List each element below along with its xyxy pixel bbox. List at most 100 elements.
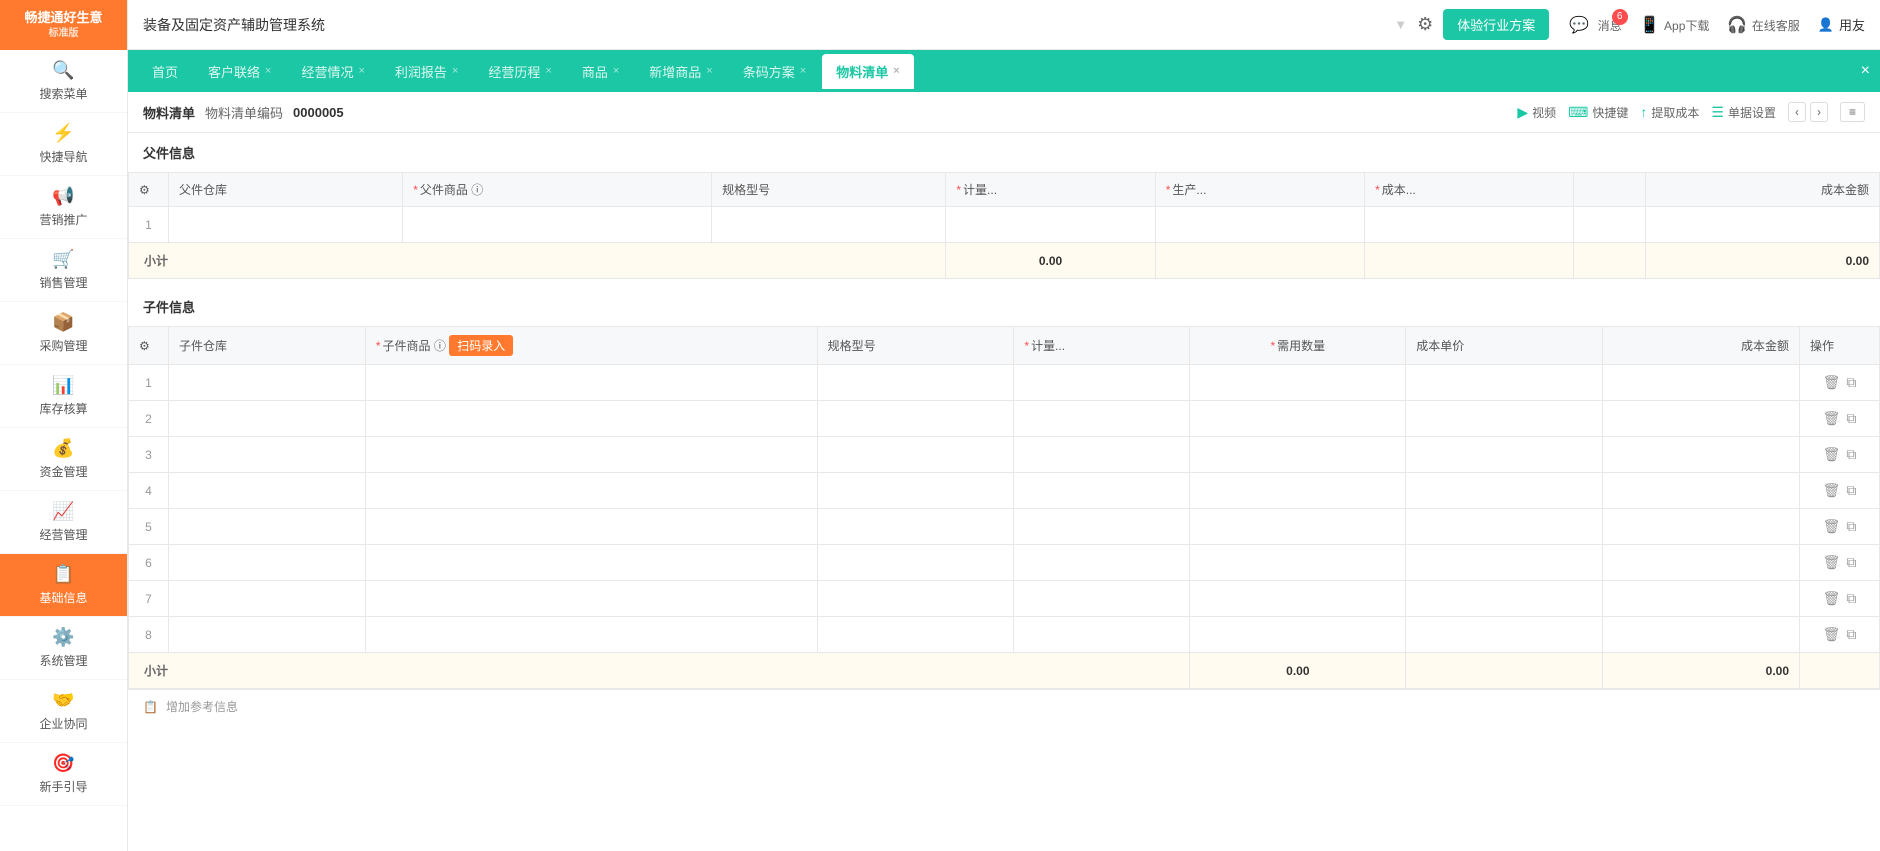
parent-row-1-unit[interactable] — [946, 207, 1155, 243]
delete-icon-6[interactable]: 🗑 — [1823, 554, 1841, 571]
delete-icon-3[interactable]: 🗑 — [1823, 446, 1841, 463]
trial-button[interactable]: 体验行业方案 — [1443, 9, 1549, 40]
child-row-7-qty[interactable] — [1190, 581, 1406, 617]
child-row-8-qty[interactable] — [1190, 617, 1406, 653]
parent-row-1-spec[interactable] — [712, 207, 946, 243]
delete-icon-2[interactable]: 🗑 — [1823, 410, 1841, 427]
child-row-6-qty[interactable] — [1190, 545, 1406, 581]
child-row-4-qty[interactable] — [1190, 473, 1406, 509]
nav-tab-条码方案[interactable]: 条码方案× — [729, 54, 820, 89]
copy-icon-2[interactable]: ⧉ — [1846, 410, 1856, 427]
child-row-7-warehouse[interactable] — [169, 581, 366, 617]
nav-tab-经营情况[interactable]: 经营情况× — [287, 54, 378, 89]
parent-row-1-cost[interactable] — [1365, 207, 1574, 243]
copy-icon-7[interactable]: ⧉ — [1846, 590, 1856, 607]
child-row-7-unit-price[interactable] — [1406, 581, 1603, 617]
breadcrumb-current[interactable]: 物料清单 — [143, 103, 195, 122]
sidebar-item-系统管理[interactable]: ⚙️系统管理 — [0, 617, 127, 680]
nav-tab-商品[interactable]: 商品× — [568, 54, 633, 89]
child-row-1-warehouse[interactable] — [169, 365, 366, 401]
child-row-2-product[interactable] — [365, 401, 817, 437]
tab-close-icon[interactable]: × — [706, 65, 712, 77]
child-row-7-amount[interactable] — [1603, 581, 1800, 617]
delete-icon-8[interactable]: 🗑 — [1823, 626, 1841, 643]
child-row-3-warehouse[interactable] — [169, 437, 366, 473]
delete-icon-4[interactable]: 🗑 — [1823, 482, 1841, 499]
child-th-gear[interactable]: ⚙ — [129, 327, 169, 365]
child-row-8-product[interactable] — [365, 617, 817, 653]
expand-button[interactable]: ≡ — [1840, 102, 1865, 122]
child-row-8-spec[interactable] — [817, 617, 1014, 653]
child-row-5-qty[interactable] — [1190, 509, 1406, 545]
delete-icon-5[interactable]: 🗑 — [1823, 518, 1841, 535]
child-row-4-product[interactable] — [365, 473, 817, 509]
child-row-5-unit-price[interactable] — [1406, 509, 1603, 545]
nav-tab-客户联络[interactable]: 客户联络× — [194, 54, 285, 89]
message-icon[interactable]: 💬 6 消息 — [1569, 15, 1621, 35]
sidebar-item-库存核算[interactable]: 📊库存核算 — [0, 365, 127, 428]
child-row-2-qty[interactable] — [1190, 401, 1406, 437]
delete-icon-1[interactable]: 🗑 — [1823, 374, 1841, 391]
child-row-2-spec[interactable] — [817, 401, 1014, 437]
user-menu[interactable]: 👤 用友 — [1818, 15, 1865, 34]
sidebar-item-经营管理[interactable]: 📈经营管理 — [0, 491, 127, 554]
copy-icon-5[interactable]: ⧉ — [1846, 518, 1856, 535]
child-row-8-amount[interactable] — [1603, 617, 1800, 653]
single-setting-action[interactable]: ☰ 单据设置 — [1711, 104, 1776, 121]
child-row-5-spec[interactable] — [817, 509, 1014, 545]
close-all-icon[interactable]: × — [1861, 62, 1870, 80]
extract-cost-action[interactable]: ↑ 提取成本 — [1640, 104, 1699, 121]
child-row-8-unit-price[interactable] — [1406, 617, 1603, 653]
child-row-1-product[interactable] — [365, 365, 817, 401]
sidebar-item-销售管理[interactable]: 🛒销售管理 — [0, 239, 127, 302]
child-row-3-spec[interactable] — [817, 437, 1014, 473]
child-row-3-product[interactable] — [365, 437, 817, 473]
copy-icon-6[interactable]: ⧉ — [1846, 554, 1856, 571]
child-row-7-unit[interactable] — [1014, 581, 1190, 617]
child-row-5-unit[interactable] — [1014, 509, 1190, 545]
parent-th-gear[interactable]: ⚙ — [129, 173, 169, 207]
tab-close-icon[interactable]: × — [800, 65, 806, 77]
nav-tab-新增商品[interactable]: 新增商品× — [635, 54, 726, 89]
tab-close-icon[interactable]: × — [893, 65, 899, 77]
scan-button[interactable]: 扫码录入 — [449, 335, 513, 356]
view-action[interactable]: ▶ 视频 — [1517, 104, 1556, 121]
sidebar-item-快捷导航[interactable]: ⚡快捷导航 — [0, 113, 127, 176]
copy-icon-3[interactable]: ⧉ — [1846, 446, 1856, 463]
copy-icon-1[interactable]: ⧉ — [1846, 374, 1856, 391]
child-row-3-amount[interactable] — [1603, 437, 1800, 473]
sidebar-item-新手引导[interactable]: 🎯新手引导 — [0, 743, 127, 806]
tab-close-icon[interactable]: × — [265, 65, 271, 77]
tab-close-icon[interactable]: × — [358, 65, 364, 77]
tab-close-icon[interactable]: × — [545, 65, 551, 77]
nav-tab-物料清单[interactable]: 物料清单× — [822, 54, 913, 89]
child-row-5-product[interactable] — [365, 509, 817, 545]
shortcut-action[interactable]: ⌨ 快捷键 — [1568, 104, 1628, 121]
child-row-3-unit-price[interactable] — [1406, 437, 1603, 473]
child-row-4-amount[interactable] — [1603, 473, 1800, 509]
child-row-1-qty[interactable] — [1190, 365, 1406, 401]
delete-icon-7[interactable]: 🗑 — [1823, 590, 1841, 607]
prev-arrow[interactable]: ‹ — [1788, 102, 1806, 122]
sidebar-item-采购管理[interactable]: 📦采购管理 — [0, 302, 127, 365]
child-row-2-unit-price[interactable] — [1406, 401, 1603, 437]
child-row-7-spec[interactable] — [817, 581, 1014, 617]
child-row-2-amount[interactable] — [1603, 401, 1800, 437]
nav-tab-利润报告[interactable]: 利润报告× — [381, 54, 472, 89]
parent-row-1-product[interactable] — [403, 207, 712, 243]
tab-close-icon[interactable]: × — [452, 65, 458, 77]
child-row-1-unit-price[interactable] — [1406, 365, 1603, 401]
app-download[interactable]: 📱 App下载 — [1640, 15, 1710, 35]
child-row-4-spec[interactable] — [817, 473, 1014, 509]
nav-tab-首页[interactable]: 首页 — [138, 54, 192, 89]
child-row-1-unit[interactable] — [1014, 365, 1190, 401]
child-row-3-qty[interactable] — [1190, 437, 1406, 473]
child-row-4-unit-price[interactable] — [1406, 473, 1603, 509]
settings-icon[interactable]: ⚙ — [1417, 14, 1433, 35]
next-arrow[interactable]: › — [1810, 102, 1828, 122]
child-row-1-spec[interactable] — [817, 365, 1014, 401]
child-row-8-unit[interactable] — [1014, 617, 1190, 653]
child-row-3-unit[interactable] — [1014, 437, 1190, 473]
parent-row-1-amount[interactable] — [1645, 207, 1879, 243]
child-row-6-amount[interactable] — [1603, 545, 1800, 581]
